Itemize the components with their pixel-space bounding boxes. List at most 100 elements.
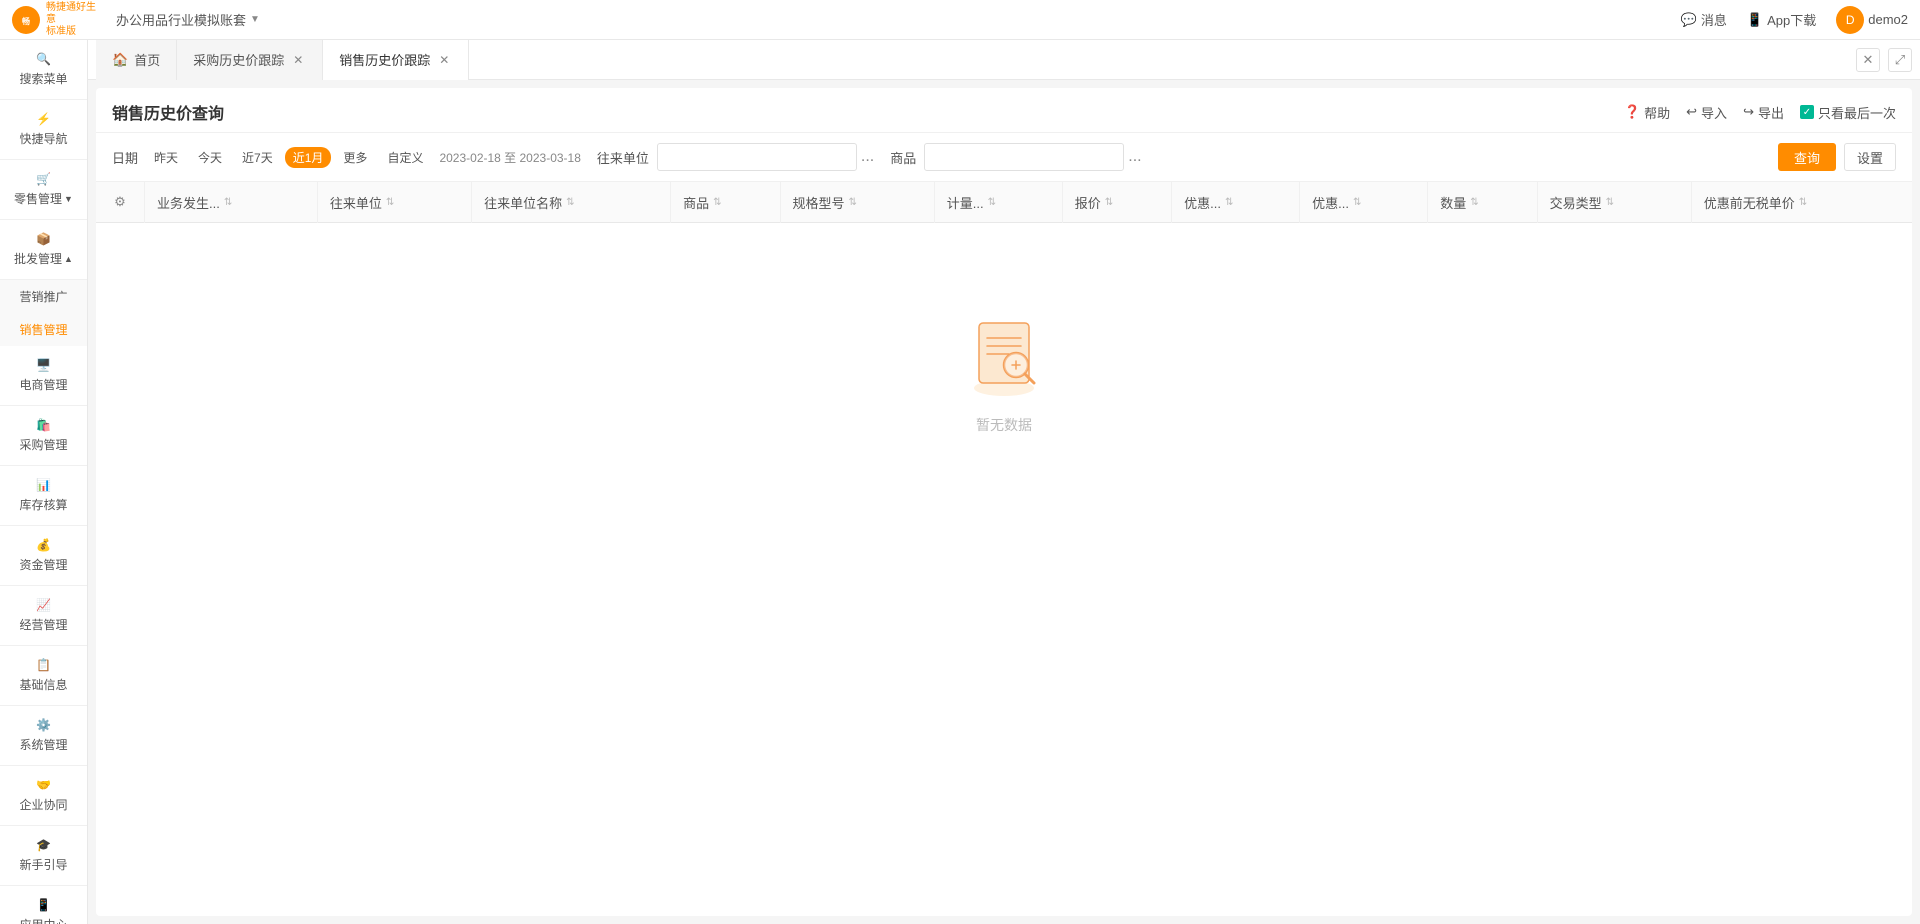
date-chip-yesterday[interactable]: 昨天: [146, 147, 186, 168]
checkbox-icon: ✓: [1800, 105, 1814, 119]
system-icon: ⚙️: [36, 718, 51, 732]
empty-illustration: [954, 303, 1054, 403]
sidebar-item-shortcut[interactable]: ⚡ 快捷导航: [0, 100, 87, 160]
data-table: ⚙ 业务发生... ⇅ 往来单位: [96, 182, 1912, 515]
logo-text: 畅捷通好生意 标准版: [46, 2, 100, 38]
home-icon: 🏠: [112, 52, 128, 68]
user-menu-button[interactable]: D demo2: [1836, 6, 1908, 34]
sort-icon[interactable]: ⇅: [1470, 197, 1478, 208]
table-col-pretax-price: 优惠前无税单价 ⇅: [1691, 182, 1912, 223]
page-header-actions: ❓ 帮助 ↩ 导入 ↪ 导出 ✓ 只看最后一次: [1624, 103, 1896, 122]
sidebar-item-enterprise[interactable]: 🤝 企业协同: [0, 766, 87, 826]
date-chip-today[interactable]: 今天: [190, 147, 230, 168]
product-filter-label: 商品: [890, 148, 916, 167]
date-chip-1month[interactable]: 近1月: [285, 147, 332, 168]
settings-button[interactable]: 设置: [1844, 143, 1896, 171]
purchase-icon: 🛍️: [36, 418, 51, 432]
page-content: 销售历史价查询 ❓ 帮助 ↩ 导入 ↪ 导出 ✓: [96, 88, 1912, 916]
apps-icon: 📱: [36, 898, 51, 912]
help-button[interactable]: ❓ 帮助: [1624, 103, 1670, 122]
sidebar-item-operations[interactable]: 📈 经营管理: [0, 586, 87, 646]
basic-info-icon: 📋: [36, 658, 51, 672]
retail-icon: 🛒: [36, 172, 51, 186]
export-button[interactable]: ↪ 导出: [1743, 103, 1784, 122]
sidebar-item-basic-info[interactable]: 📋 基础信息: [0, 646, 87, 706]
tab-close-purchase[interactable]: ✕: [290, 52, 306, 68]
partner-input[interactable]: [657, 143, 857, 171]
sidebar-item-system[interactable]: ⚙️ 系统管理: [0, 706, 87, 766]
tab-sales-history[interactable]: 销售历史价跟踪 ✕: [323, 40, 469, 80]
sort-icon[interactable]: ⇅: [566, 197, 574, 208]
sidebar-item-sales-mgmt[interactable]: 销售管理: [0, 313, 87, 346]
guide-icon: 🎓: [36, 838, 51, 852]
only-last-checkbox[interactable]: ✓ 只看最后一次: [1800, 103, 1896, 122]
tab-close-sales[interactable]: ✕: [436, 52, 452, 68]
sidebar-item-retail[interactable]: 🛒 零售管理 ▼: [0, 160, 87, 220]
table-col-partner-code: 往来单位 ⇅: [317, 182, 471, 223]
table-container: ⚙ 业务发生... ⇅ 往来单位: [96, 182, 1912, 916]
table-col-discount2: 优惠... ⇅: [1300, 182, 1428, 223]
partner-filter-input: ...: [657, 143, 874, 171]
header-title-area[interactable]: 办公用品行业模拟账套 ▼: [116, 10, 260, 29]
sort-icon[interactable]: ⇅: [1606, 197, 1614, 208]
chevron-down-icon: ▼: [250, 14, 260, 25]
sidebar-item-finance[interactable]: 💰 资金管理: [0, 526, 87, 586]
sidebar-item-apps[interactable]: 📱 应用中心: [0, 886, 87, 924]
sort-icon[interactable]: ⇅: [1105, 197, 1113, 208]
product-input[interactable]: [924, 143, 1124, 171]
partner-filter-label: 往来单位: [597, 148, 649, 167]
sort-icon[interactable]: ⇅: [849, 197, 857, 208]
tab-home[interactable]: 🏠 首页: [96, 40, 177, 80]
shortcut-icon: ⚡: [36, 112, 51, 126]
sidebar-item-purchase[interactable]: 🛍️ 采购管理: [0, 406, 87, 466]
table-col-discount1: 优惠... ⇅: [1172, 182, 1300, 223]
partner-dots-button[interactable]: ...: [861, 148, 874, 166]
table-col-quoted-price: 报价 ⇅: [1062, 182, 1171, 223]
sidebar-item-search[interactable]: 🔍 搜索菜单: [0, 40, 87, 100]
product-dots-button[interactable]: ...: [1128, 148, 1141, 166]
table-col-quantity: 数量 ⇅: [1428, 182, 1537, 223]
table-col-biz-date: 业务发生... ⇅: [145, 182, 318, 223]
logo-icon: 畅: [12, 6, 40, 34]
sort-icon[interactable]: ⇅: [713, 197, 721, 208]
sidebar-item-guide[interactable]: 🎓 新手引导: [0, 826, 87, 886]
date-chip-custom[interactable]: 自定义: [379, 147, 431, 168]
import-button[interactable]: ↩ 导入: [1686, 103, 1727, 122]
sidebar-item-ecommerce[interactable]: 🖥️ 电商管理: [0, 346, 87, 406]
logo-area: 畅 畅捷通好生意 标准版: [12, 2, 100, 38]
sidebar-item-wholesale[interactable]: 📦 批发管理 ▲: [0, 220, 87, 280]
export-icon: ↪: [1743, 104, 1754, 120]
tab-bar-right: ✕ ⤢: [1856, 48, 1912, 72]
sort-icon[interactable]: ⇅: [1799, 197, 1807, 208]
header-title: 办公用品行业模拟账套: [116, 10, 246, 29]
filter-bar: 日期 昨天 今天 近7天 近1月 更多 自定义 2023-02-18 至 202…: [96, 133, 1912, 182]
chevron-up-icon: ▲: [64, 254, 73, 264]
sort-icon[interactable]: ⇅: [1353, 197, 1361, 208]
sort-icon[interactable]: ⇅: [386, 197, 394, 208]
table-col-spec: 规格型号 ⇅: [780, 182, 934, 223]
tab-bar: 🏠 首页 采购历史价跟踪 ✕ 销售历史价跟踪 ✕ ✕ ⤢: [88, 40, 1920, 80]
chevron-down-icon: ▼: [64, 194, 73, 204]
date-filter-group: 日期 昨天 今天 近7天 近1月 更多 自定义 2023-02-18 至 202…: [112, 147, 581, 168]
query-button[interactable]: 查询: [1778, 143, 1836, 171]
app-download-button[interactable]: 📱 App下载: [1747, 10, 1816, 29]
message-button[interactable]: 💬 消息: [1681, 10, 1727, 29]
product-filter-group: 商品 ...: [890, 143, 1141, 171]
tab-close-all-button[interactable]: ✕: [1856, 48, 1880, 72]
sort-icon[interactable]: ⇅: [224, 197, 232, 208]
search-icon: 🔍: [36, 52, 51, 66]
sort-icon[interactable]: ⇅: [988, 197, 996, 208]
sort-icon[interactable]: ⇅: [1225, 197, 1233, 208]
empty-text: 暂无数据: [976, 415, 1032, 435]
table-body: 暂无数据: [96, 223, 1912, 516]
product-filter-input: ...: [924, 143, 1141, 171]
date-chip-more[interactable]: 更多: [335, 147, 375, 168]
date-chip-7days[interactable]: 近7天: [234, 147, 281, 168]
sidebar-item-inventory[interactable]: 📊 库存核算: [0, 466, 87, 526]
tab-purchase-history[interactable]: 采购历史价跟踪 ✕: [177, 40, 323, 80]
table-gear-button[interactable]: ⚙: [108, 190, 132, 214]
svg-text:畅: 畅: [22, 16, 30, 26]
main-layout: 🔍 搜索菜单 ⚡ 快捷导航 🛒 零售管理 ▼ 📦 批发管理 ▲ 营销推广 销售管…: [0, 40, 1920, 924]
sidebar-item-marketing[interactable]: 营销推广: [0, 280, 87, 313]
tab-maximize-button[interactable]: ⤢: [1888, 48, 1912, 72]
